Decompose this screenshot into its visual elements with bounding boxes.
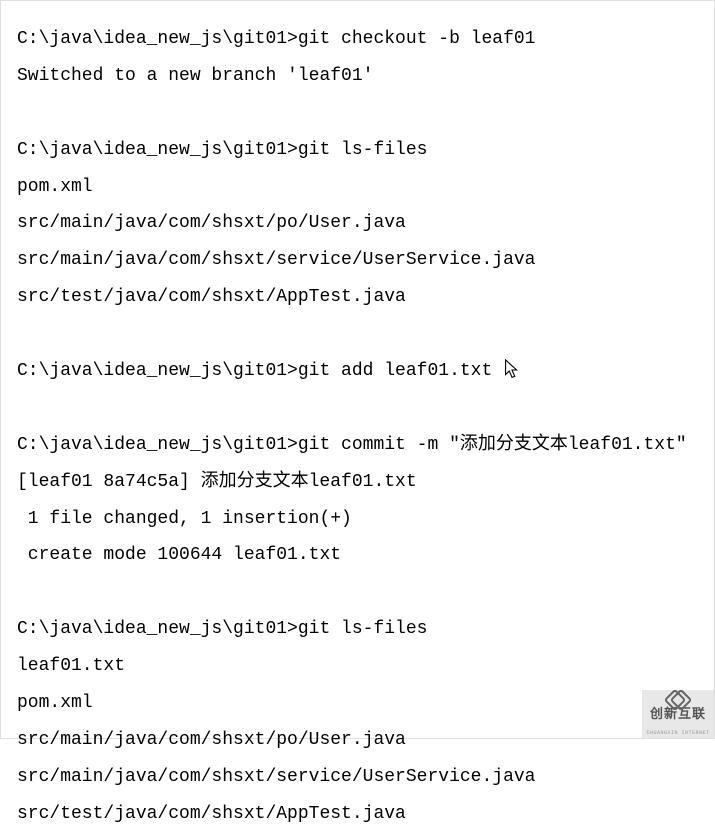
cmd-git-add-text: C:\java\idea_new_js\git01>git add leaf01… [17,361,492,381]
cmd-checkout: C:\java\idea_new_js\git01>git checkout -… [17,21,706,58]
cmd-git-commit: C:\java\idea_new_js\git01>git commit -m … [17,427,706,464]
out-changed: 1 file changed, 1 insertion(+) [17,501,706,538]
terminal-output: C:\java\idea_new_js\git01>git checkout -… [17,21,706,833]
out-commit-hash: [leaf01 8a74c5a] 添加分支文本leaf01.txt [17,464,706,501]
logo-icon [665,690,691,699]
out-file: src/main/java/com/shsxt/service/UserServ… [17,759,706,796]
out-file: src/main/java/com/shsxt/po/User.java [17,205,706,242]
out-file: src/test/java/com/shsxt/AppTest.java [17,796,706,833]
blank-line [17,316,706,353]
out-switched-branch: Switched to a new branch 'leaf01' [17,58,706,95]
cmd-ls-files-1: C:\java\idea_new_js\git01>git ls-files [17,132,706,169]
blank-line [17,574,706,611]
out-create-mode: create mode 100644 leaf01.txt [17,537,706,574]
blank-line [17,390,706,427]
mouse-cursor-icon [504,353,520,390]
out-file: src/main/java/com/shsxt/po/User.java [17,722,706,759]
cmd-ls-files-2: C:\java\idea_new_js\git01>git ls-files [17,611,706,648]
blank-line [17,95,706,132]
watermark-sub: CHUANGXIN INTERNET [646,728,709,738]
out-file: leaf01.txt [17,648,706,685]
out-file: src/main/java/com/shsxt/service/UserServ… [17,242,706,279]
out-file: src/test/java/com/shsxt/AppTest.java [17,279,706,316]
out-file: pom.xml [17,169,706,206]
cmd-git-add: C:\java\idea_new_js\git01>git add leaf01… [17,353,706,390]
watermark-badge: 创新互联 CHUANGXIN INTERNET [642,690,714,738]
out-file: pom.xml [17,685,706,722]
